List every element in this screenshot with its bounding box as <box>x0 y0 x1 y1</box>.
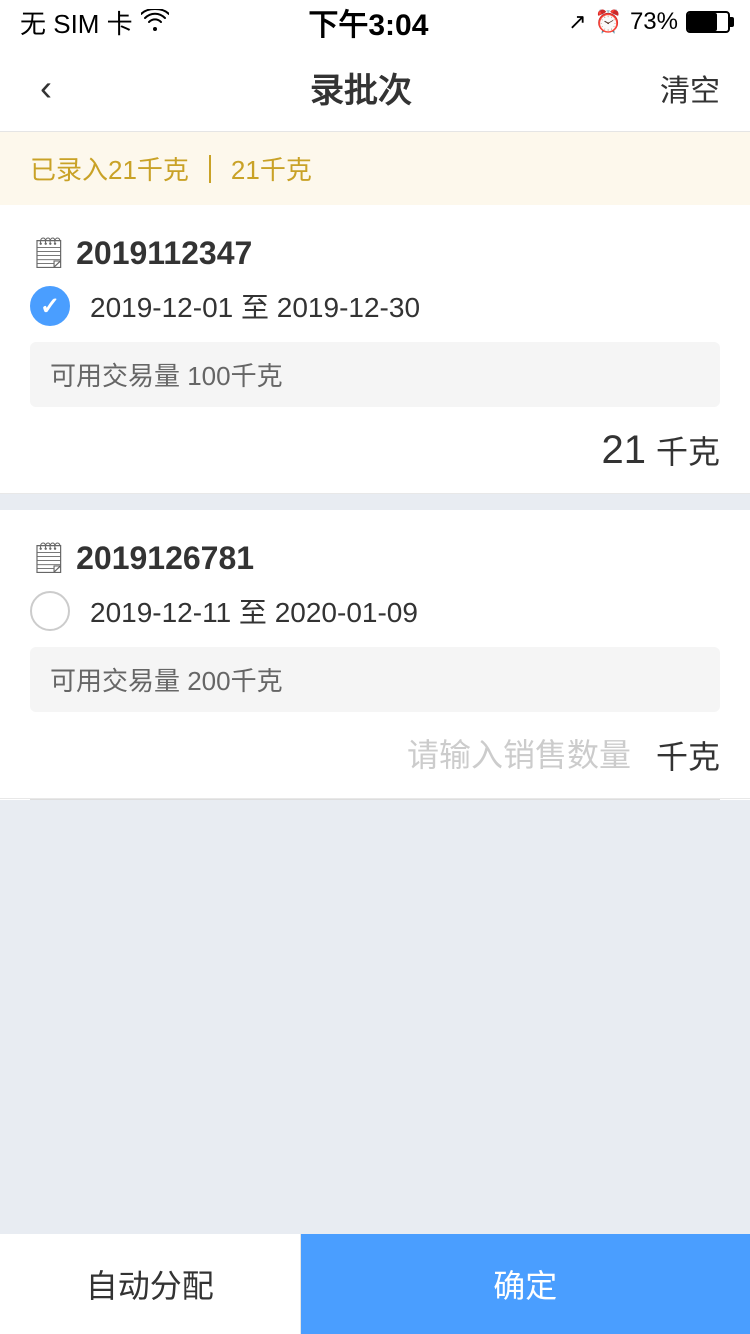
batch-date-2: 2019-12-11 至 2020-01-09 <box>90 591 418 631</box>
batch-date-row-2[interactable]: 2019-12-11 至 2020-01-09 <box>30 591 720 631</box>
quantity-input-2[interactable] <box>30 737 646 774</box>
banner-divider <box>209 155 211 183</box>
nav-bar: ‹ 录批次 清空 <box>0 44 750 132</box>
back-button[interactable]: ‹ <box>30 57 62 119</box>
batch-item-2: 🗒 2019126781 2019-12-11 至 2020-01-09 可用交… <box>0 510 750 712</box>
status-bar: 无 SIM 卡 下午3:04 ↗ ⏰ 73% <box>0 0 750 44</box>
wifi-icon <box>141 7 169 38</box>
battery-percent: 73% <box>630 8 678 36</box>
quantity-value-1: 21 <box>601 428 646 473</box>
batch-card-1: 🗒 2019112347 2019-12-01 至 2019-12-30 可用交… <box>0 205 750 494</box>
total-label: 21千克 <box>231 150 312 187</box>
time-display: 下午3:04 <box>308 0 428 44</box>
batch-card-2: 🗒 2019126781 2019-12-11 至 2020-01-09 可用交… <box>0 510 750 800</box>
clear-button[interactable]: 清空 <box>660 66 720 110</box>
batch-icon-2: 🗒 <box>30 541 68 576</box>
page-title: 录批次 <box>310 63 412 112</box>
radio-unselected-2[interactable] <box>30 591 70 631</box>
batch-header-2: 🗒 2019126781 <box>30 540 720 577</box>
battery-indicator <box>686 11 730 33</box>
batch-id-1: 2019112347 <box>76 235 252 272</box>
quantity-unit-1: 千克 <box>656 427 720 473</box>
recorded-label: 已录入21千克 <box>30 150 189 187</box>
info-banner: 已录入21千克 21千克 <box>0 132 750 205</box>
batch-item-1: 🗒 2019112347 2019-12-01 至 2019-12-30 可用交… <box>0 205 750 407</box>
batch-id-2: 2019126781 <box>76 540 254 577</box>
carrier-text: 无 SIM 卡 <box>20 4 133 41</box>
radio-selected-1[interactable] <box>30 286 70 326</box>
status-left: 无 SIM 卡 <box>20 4 169 41</box>
batch-available-1: 可用交易量 100千克 <box>30 342 720 407</box>
bottom-bar: 自动分配 确定 <box>0 1234 750 1334</box>
location-icon: ↗ <box>568 9 586 35</box>
batch-header-1: 🗒 2019112347 <box>30 235 720 272</box>
alarm-icon: ⏰ <box>595 9 622 35</box>
confirm-button[interactable]: 确定 <box>301 1234 750 1334</box>
batch-available-2: 可用交易量 200千克 <box>30 647 720 712</box>
quantity-input-row-2[interactable]: 千克 <box>0 712 750 799</box>
auto-distribute-button[interactable]: 自动分配 <box>0 1234 301 1334</box>
status-right: ↗ ⏰ 73% <box>568 8 730 36</box>
section-separator <box>0 494 750 510</box>
batch-date-row-1[interactable]: 2019-12-01 至 2019-12-30 <box>30 286 720 326</box>
quantity-row-1: 21 千克 <box>0 407 750 494</box>
quantity-unit-2: 千克 <box>656 732 720 778</box>
batch-icon-1: 🗒 <box>30 236 68 271</box>
batch-date-1: 2019-12-01 至 2019-12-30 <box>90 286 420 326</box>
gray-area <box>0 800 750 1260</box>
